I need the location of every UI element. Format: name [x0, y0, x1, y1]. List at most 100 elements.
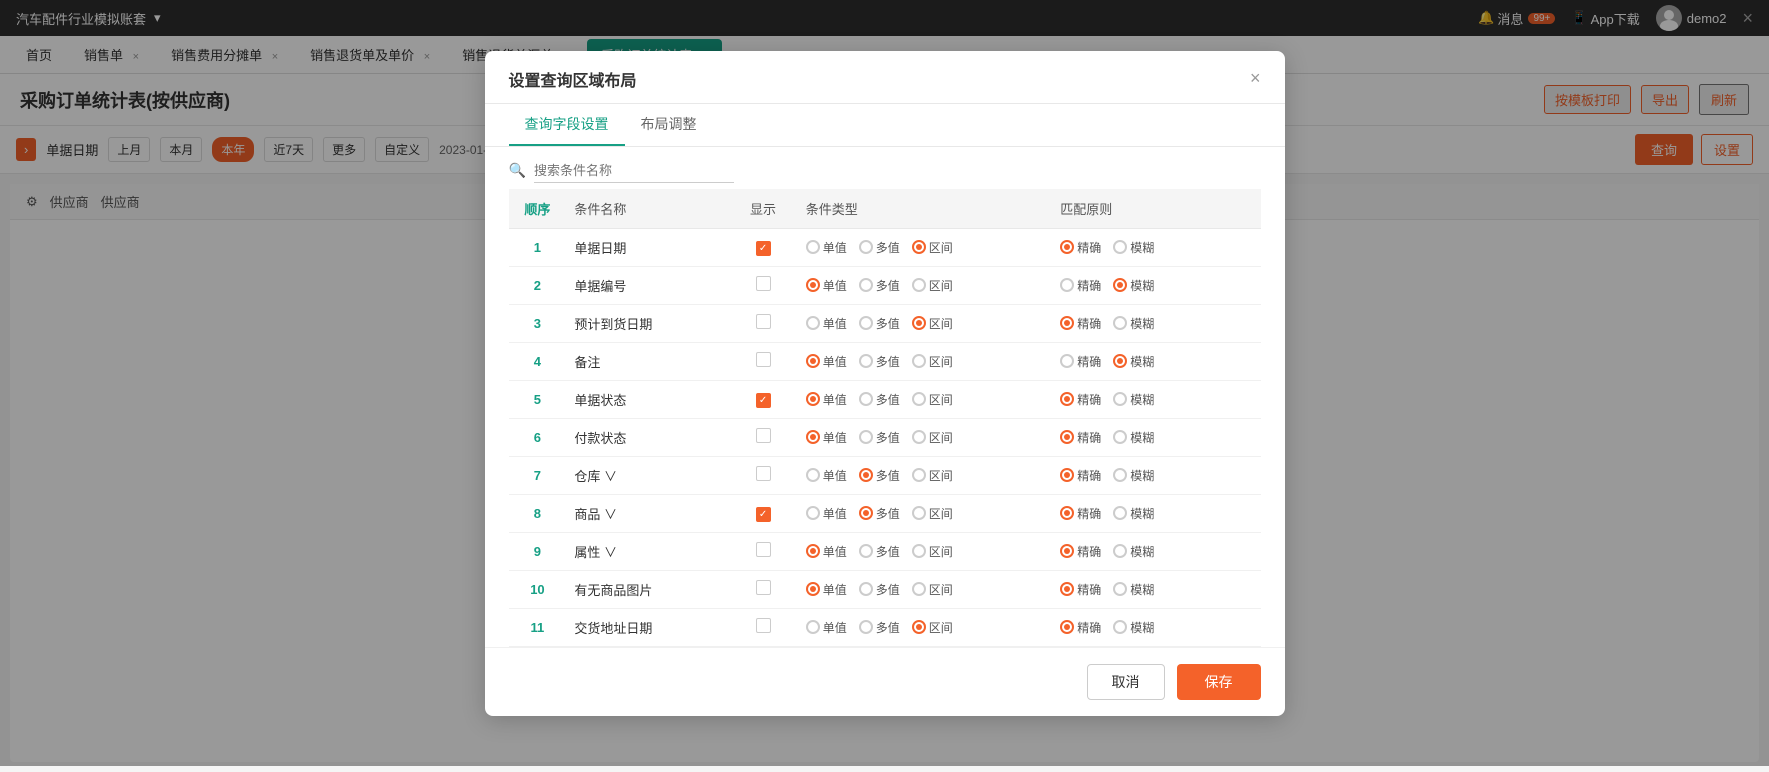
- radio-type-单值[interactable]: 单值: [806, 277, 847, 294]
- radio-circle-icon: [1113, 316, 1127, 330]
- radio-type-单值[interactable]: 单值: [806, 391, 847, 408]
- radio-match-模糊[interactable]: 模糊: [1113, 543, 1154, 560]
- radio-type-单值[interactable]: 单值: [806, 239, 847, 256]
- checkbox[interactable]: [756, 580, 771, 595]
- checkbox[interactable]: ✓: [756, 393, 771, 408]
- radio-type-多值[interactable]: 多值: [859, 429, 900, 446]
- checkbox[interactable]: [756, 428, 771, 443]
- radio-type-区间[interactable]: 区间: [912, 353, 953, 370]
- row-show-checkbox[interactable]: [728, 304, 797, 342]
- radio-label: 多值: [876, 619, 900, 636]
- radio-type-多值[interactable]: 多值: [859, 581, 900, 598]
- radio-type-多值[interactable]: 多值: [859, 505, 900, 522]
- table-row: 6付款状态单值多值区间精确模糊: [509, 418, 1261, 456]
- row-show-checkbox[interactable]: [728, 608, 797, 646]
- table-row: 7仓库 ∨单值多值区间精确模糊: [509, 456, 1261, 494]
- row-type: 单值多值区间: [798, 494, 1053, 532]
- checkbox[interactable]: ✓: [756, 507, 771, 522]
- row-show-checkbox[interactable]: [728, 456, 797, 494]
- radio-type-区间[interactable]: 区间: [912, 619, 953, 636]
- row-match: 精确模糊: [1052, 456, 1260, 494]
- cancel-button[interactable]: 取消: [1087, 664, 1165, 700]
- radio-label: 多值: [876, 353, 900, 370]
- dialog-header: 设置查询区域布局 ×: [485, 51, 1285, 104]
- row-show-checkbox[interactable]: [728, 418, 797, 456]
- radio-type-多值[interactable]: 多值: [859, 353, 900, 370]
- checkbox[interactable]: [756, 314, 771, 329]
- radio-type-单值[interactable]: 单值: [806, 429, 847, 446]
- radio-type-区间[interactable]: 区间: [912, 239, 953, 256]
- radio-type-单值[interactable]: 单值: [806, 467, 847, 484]
- radio-match-精确[interactable]: 精确: [1060, 467, 1101, 484]
- radio-type-多值[interactable]: 多值: [859, 391, 900, 408]
- radio-circle-icon: [806, 354, 820, 368]
- row-show-checkbox[interactable]: [728, 342, 797, 380]
- radio-type-单值[interactable]: 单值: [806, 543, 847, 560]
- checkbox[interactable]: [756, 276, 771, 291]
- checkbox[interactable]: [756, 352, 771, 367]
- radio-match-精确[interactable]: 精确: [1060, 543, 1101, 560]
- radio-match-精确[interactable]: 精确: [1060, 581, 1101, 598]
- dialog-tab-fields[interactable]: 查询字段设置: [509, 104, 625, 146]
- radio-match-精确[interactable]: 精确: [1060, 391, 1101, 408]
- radio-type-区间[interactable]: 区间: [912, 429, 953, 446]
- radio-match-精确[interactable]: 精确: [1060, 353, 1101, 370]
- radio-type-区间[interactable]: 区间: [912, 543, 953, 560]
- radio-match-模糊[interactable]: 模糊: [1113, 467, 1154, 484]
- modal-overlay[interactable]: 设置查询区域布局 × 查询字段设置 布局调整 🔍 顺序 条件名称 显示 条件类型: [0, 0, 1769, 766]
- radio-match-模糊[interactable]: 模糊: [1113, 391, 1154, 408]
- row-show-checkbox[interactable]: ✓: [728, 494, 797, 532]
- radio-type-区间[interactable]: 区间: [912, 581, 953, 598]
- row-show-checkbox[interactable]: ✓: [728, 380, 797, 418]
- row-show-checkbox[interactable]: [728, 570, 797, 608]
- radio-type-多值[interactable]: 多值: [859, 467, 900, 484]
- radio-match-精确[interactable]: 精确: [1060, 315, 1101, 332]
- row-type: 单值多值区间: [798, 228, 1053, 266]
- radio-match-精确[interactable]: 精确: [1060, 619, 1101, 636]
- radio-match-精确[interactable]: 精确: [1060, 277, 1101, 294]
- row-show-checkbox[interactable]: [728, 532, 797, 570]
- radio-type-单值[interactable]: 单值: [806, 619, 847, 636]
- row-show-checkbox[interactable]: [728, 266, 797, 304]
- radio-type-多值[interactable]: 多值: [859, 277, 900, 294]
- radio-type-区间[interactable]: 区间: [912, 505, 953, 522]
- radio-match-模糊[interactable]: 模糊: [1113, 353, 1154, 370]
- checkbox[interactable]: [756, 466, 771, 481]
- radio-match-模糊[interactable]: 模糊: [1113, 429, 1154, 446]
- radio-label: 精确: [1077, 391, 1101, 408]
- radio-match-模糊[interactable]: 模糊: [1113, 239, 1154, 256]
- radio-type-区间[interactable]: 区间: [912, 467, 953, 484]
- dialog-close-button[interactable]: ×: [1250, 68, 1261, 101]
- radio-match-精确[interactable]: 精确: [1060, 429, 1101, 446]
- row-name: 付款状态: [566, 418, 728, 456]
- radio-match-模糊[interactable]: 模糊: [1113, 277, 1154, 294]
- radio-circle-icon: [859, 392, 873, 406]
- radio-circle-icon: [806, 544, 820, 558]
- radio-type-区间[interactable]: 区间: [912, 277, 953, 294]
- radio-type-区间[interactable]: 区间: [912, 391, 953, 408]
- dialog-tab-layout[interactable]: 布局调整: [625, 104, 713, 146]
- row-show-checkbox[interactable]: ✓: [728, 228, 797, 266]
- radio-match-模糊[interactable]: 模糊: [1113, 619, 1154, 636]
- radio-type-多值[interactable]: 多值: [859, 619, 900, 636]
- checkbox[interactable]: ✓: [756, 241, 771, 256]
- radio-type-多值[interactable]: 多值: [859, 543, 900, 560]
- radio-type-区间[interactable]: 区间: [912, 315, 953, 332]
- radio-match-模糊[interactable]: 模糊: [1113, 315, 1154, 332]
- row-type: 单值 多值区间: [798, 342, 1053, 380]
- save-button[interactable]: 保存: [1177, 664, 1261, 700]
- radio-type-单值[interactable]: 单值: [806, 581, 847, 598]
- radio-match-模糊[interactable]: 模糊: [1113, 505, 1154, 522]
- checkbox[interactable]: [756, 618, 771, 633]
- radio-type-单值[interactable]: 单值: [806, 353, 847, 370]
- radio-match-精确[interactable]: 精确: [1060, 505, 1101, 522]
- radio-match-模糊[interactable]: 模糊: [1113, 581, 1154, 598]
- radio-type-单值[interactable]: 单值: [806, 505, 847, 522]
- search-input[interactable]: [534, 159, 734, 183]
- radio-type-多值[interactable]: 多值: [859, 315, 900, 332]
- radio-type-单值[interactable]: 单值: [806, 315, 847, 332]
- radio-type-多值[interactable]: 多值: [859, 239, 900, 256]
- radio-match-精确[interactable]: 精确: [1060, 239, 1101, 256]
- radio-label: 多值: [876, 429, 900, 446]
- checkbox[interactable]: [756, 542, 771, 557]
